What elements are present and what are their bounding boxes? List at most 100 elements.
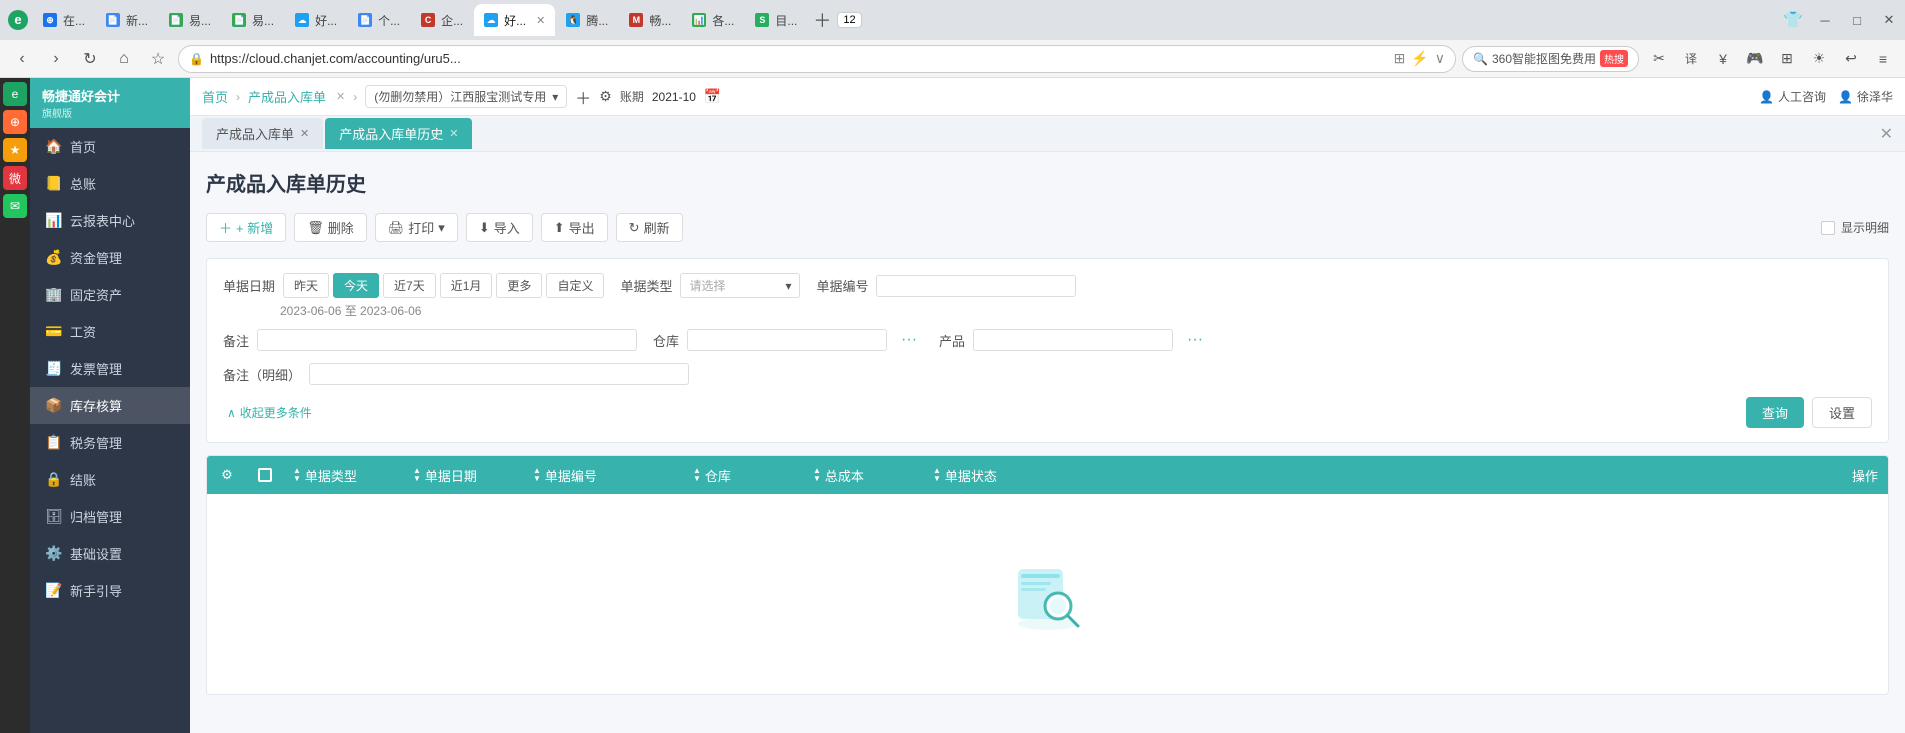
sidebar-item-basic[interactable]: ⚙️ 基础设置	[30, 535, 190, 572]
refresh-button[interactable]: ↻	[76, 45, 104, 73]
tab-t11[interactable]: 📊 各...	[682, 4, 744, 36]
tab-t1[interactable]: ⊕ 在...	[33, 4, 95, 36]
import-button[interactable]: ⬇ 导入	[466, 213, 533, 242]
sidebar-item-newbill[interactable]: 📝 新手引导	[30, 572, 190, 609]
breadcrumb-tab1[interactable]: 产成品入库单	[248, 87, 326, 106]
page-tab-history-close[interactable]: ✕	[449, 127, 458, 140]
app-icon-1[interactable]: e	[3, 82, 27, 106]
settings-tool[interactable]: ≡	[1869, 45, 1897, 73]
delete-button[interactable]: 🗑 删除	[294, 213, 367, 242]
export-button[interactable]: ⬆ 导出	[541, 213, 608, 242]
refresh-action-button[interactable]: ↻ 刷新	[616, 213, 683, 242]
th-num[interactable]: ▲▼ 单据编号	[523, 456, 683, 494]
th-status[interactable]: ▲▼ 单据状态	[923, 456, 1043, 494]
tab-t2[interactable]: 📄 新...	[96, 4, 158, 36]
header-checkbox[interactable]	[258, 468, 272, 482]
sidebar-item-asset[interactable]: 🏢 固定资产	[30, 276, 190, 313]
user-name-btn[interactable]: 👤 徐泽华	[1838, 88, 1893, 105]
close-button[interactable]: ✕	[1877, 8, 1901, 32]
date-btn-7days[interactable]: 近7天	[383, 273, 436, 298]
warehouse-picker-icon[interactable]: ···	[895, 331, 923, 349]
back-button[interactable]: ‹	[8, 45, 36, 73]
search-bar[interactable]: 🔍 360智能抠图免费用 热搜	[1462, 46, 1639, 72]
date-btn-today[interactable]: 今天	[333, 273, 379, 298]
th-date[interactable]: ▲▼ 单据日期	[403, 456, 523, 494]
theme-tool[interactable]: ☀	[1805, 45, 1833, 73]
bookmark-button[interactable]: ☆	[144, 45, 172, 73]
translate-tool[interactable]: 译	[1677, 45, 1705, 73]
add-company-button[interactable]: ＋	[575, 85, 591, 109]
address-bar[interactable]: 🔒 https://cloud.chanjet.com/accounting/u…	[178, 45, 1456, 73]
tab-t10[interactable]: M 畅...	[619, 4, 681, 36]
tab-t5[interactable]: ☁ 好...	[285, 4, 347, 36]
shirt-icon[interactable]: 👕	[1781, 8, 1805, 32]
scissors-tool[interactable]: ✂	[1645, 45, 1673, 73]
sidebar-item-home[interactable]: 🏠 首页	[30, 128, 190, 165]
sidebar-item-report[interactable]: 📊 云报表中心	[30, 202, 190, 239]
detail-note-input[interactable]	[309, 363, 689, 385]
sidebar-item-fund[interactable]: 💰 资金管理	[30, 239, 190, 276]
new-button[interactable]: ＋ + 新增	[206, 213, 286, 242]
type-filter-select[interactable]: 请选择 ▾	[680, 273, 800, 298]
app-icon-3[interactable]: ★	[3, 138, 27, 162]
date-btn-1month[interactable]: 近1月	[440, 273, 493, 298]
user-service-btn[interactable]: 👤 人工咨询	[1759, 88, 1826, 105]
sidebar-item-close[interactable]: 🔒 结账	[30, 461, 190, 498]
sidebar-item-archive[interactable]: 🗄 归档管理	[30, 498, 190, 535]
sidebar-item-payroll[interactable]: 💳 工资	[30, 313, 190, 350]
forward-button[interactable]: ›	[42, 45, 70, 73]
address-dropdown-icon[interactable]: ∨	[1435, 50, 1445, 67]
sidebar-item-tax[interactable]: 📋 税务管理	[30, 424, 190, 461]
th-cost[interactable]: ▲▼ 总成本	[803, 456, 923, 494]
minimize-button[interactable]: ─	[1813, 8, 1837, 32]
tab-t6[interactable]: 📄 个...	[348, 4, 410, 36]
tab-t4[interactable]: 📄 易...	[222, 4, 284, 36]
product-picker-icon[interactable]: ···	[1181, 331, 1209, 349]
sidebar-item-ledger[interactable]: 📒 总账	[30, 165, 190, 202]
app-icon-2[interactable]: ⊕	[3, 110, 27, 134]
tab-t8[interactable]: ☁ 好... ✕	[474, 4, 555, 36]
query-button[interactable]: 查询	[1746, 397, 1804, 428]
currency-tool[interactable]: ¥	[1709, 45, 1737, 73]
app-icon-5[interactable]: ✉	[3, 194, 27, 218]
filter-settings-button[interactable]: 设置	[1812, 397, 1872, 428]
panel-close-button[interactable]: ✕	[1880, 124, 1893, 144]
browser-app-icon[interactable]: e	[4, 6, 32, 34]
tab-t9[interactable]: 🐧 腾...	[556, 4, 618, 36]
breadcrumb-home[interactable]: 首页	[202, 87, 228, 106]
page-tab-history[interactable]: 产成品入库单历史 ✕	[325, 118, 472, 149]
show-cols-checkbox[interactable]	[1821, 221, 1835, 235]
product-filter-input[interactable]	[973, 329, 1173, 351]
print-button[interactable]: 🖨 打印 ▾	[375, 213, 458, 242]
date-btn-yesterday[interactable]: 昨天	[283, 273, 329, 298]
home-button[interactable]: ⌂	[110, 45, 138, 73]
tab-close-t8[interactable]: ✕	[536, 14, 545, 27]
date-btn-custom[interactable]: 自定义	[546, 273, 604, 298]
sidebar-item-inventory[interactable]: 📦 库存核算	[30, 387, 190, 424]
game-tool[interactable]: 🎮	[1741, 45, 1769, 73]
th-settings[interactable]: ⚙	[207, 456, 247, 494]
collapse-button[interactable]: ∧ 收起更多条件	[223, 400, 316, 425]
company-select[interactable]: (勿删勿禁用）江西服宝测试专用 ▾	[365, 85, 567, 108]
breadcrumb-tab1-close[interactable]: ✕	[336, 90, 345, 103]
page-tab-list-close[interactable]: ✕	[300, 127, 309, 140]
tab-t12[interactable]: S 目...	[745, 4, 807, 36]
app-icon-4[interactable]: 微	[3, 166, 27, 190]
note-filter-input[interactable]	[257, 329, 637, 351]
num-filter-input[interactable]	[876, 275, 1076, 297]
new-tab-button[interactable]: ＋	[808, 6, 836, 34]
maximize-button[interactable]: □	[1845, 8, 1869, 32]
date-btn-more[interactable]: 更多	[496, 273, 542, 298]
calendar-icon[interactable]: 📅	[704, 88, 721, 105]
grid-tool[interactable]: ⊞	[1773, 45, 1801, 73]
tab-t7[interactable]: C 企...	[411, 4, 473, 36]
undo-tool[interactable]: ↩	[1837, 45, 1865, 73]
page-tab-list[interactable]: 产成品入库单 ✕	[202, 118, 323, 149]
company-settings-icon[interactable]: ⚙	[599, 88, 612, 105]
th-type[interactable]: ▲▼ 单据类型	[283, 456, 403, 494]
warehouse-filter-input[interactable]	[687, 329, 887, 351]
th-warehouse[interactable]: ▲▼ 仓库	[683, 456, 803, 494]
sidebar-item-invoice[interactable]: 🧾 发票管理	[30, 350, 190, 387]
tab-t3[interactable]: 📄 易...	[159, 4, 221, 36]
th-check[interactable]	[247, 456, 283, 494]
